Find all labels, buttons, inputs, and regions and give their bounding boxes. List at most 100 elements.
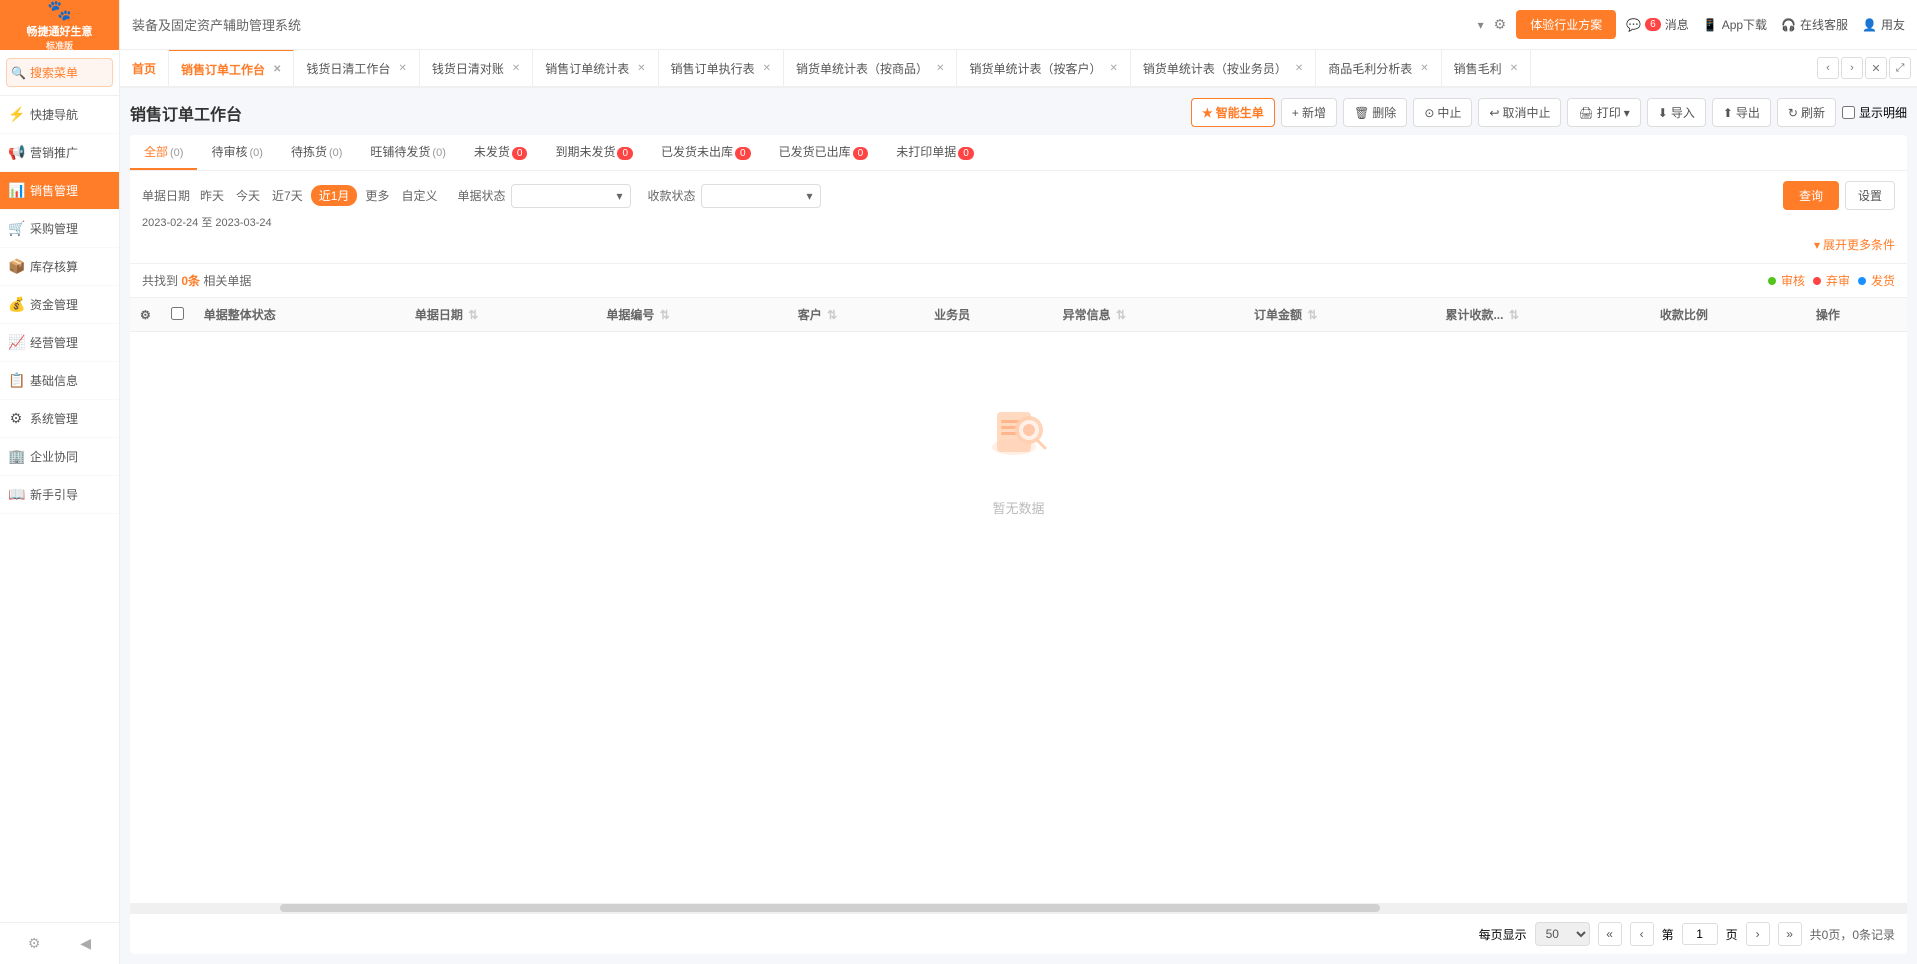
tab-sales-profit[interactable]: 销售毛利 ✕ [1442,50,1531,87]
sidebar-item-enterprise[interactable]: 🏢 企业协同 [0,438,119,476]
message-button[interactable]: 💬 6 消息 [1626,16,1689,33]
settings-bottom-button[interactable]: ⚙ [24,931,45,956]
scrollbar-thumb[interactable] [280,904,1380,912]
tab-sales-summary-product[interactable]: 销货单统计表（按商品） ✕ [784,50,957,87]
first-page-button[interactable]: « [1598,922,1622,946]
expand-conditions-button[interactable]: ▾ 展开更多条件 [1814,236,1895,253]
col-collected[interactable]: 累计收款... ⇅ [1435,298,1649,332]
col-staff[interactable]: 业务员 [924,298,1053,332]
tab-home[interactable]: 首页 [120,50,169,87]
tab-cash-reconcile[interactable]: 钱货日清对账 ✕ [420,50,533,87]
next-page-button[interactable]: › [1746,922,1770,946]
app-download-button[interactable]: 📱 App下载 [1703,16,1767,33]
filter-tab-not-shipped[interactable]: 未发货0 [460,135,542,170]
sidebar-item-inventory[interactable]: 📦 库存核算 [0,248,119,286]
sidebar-item-sales[interactable]: 📊 销售管理 [0,172,119,210]
status-select[interactable]: ▾ [511,184,631,208]
table-scroll[interactable]: ⚙ 单据整体状态 单据日期 ⇅ [130,298,1907,903]
tab-margin-analysis[interactable]: 商品毛利分析表 ✕ [1316,50,1441,87]
filter-tab-overdue[interactable]: 到期未发货0 [541,135,647,170]
sidebar-item-guide[interactable]: 📖 新手引导 [0,476,119,514]
filter-tab-wangpu[interactable]: 旺铺待发货(0) [356,135,459,170]
tab-close-icon[interactable]: ✕ [512,63,520,74]
print-button[interactable]: 🖨 打印 ▾ [1567,98,1640,127]
date-today[interactable]: 今天 [232,185,264,206]
settings-icon[interactable]: ⚙ [1494,16,1507,33]
experience-btn[interactable]: 体验行业方案 [1516,10,1616,39]
col-exception[interactable]: 异常信息 ⇅ [1053,298,1244,332]
show-detail-checkbox[interactable] [1842,106,1855,119]
tab-sales-stats[interactable]: 销售订单统计表 ✕ [533,50,658,87]
filter-tab-shipped-out[interactable]: 已发货已出库0 [765,135,883,170]
tab-sales-summary-customer[interactable]: 销货单统计表（按客户） ✕ [957,50,1130,87]
system-dropdown-icon[interactable]: ▾ [1478,18,1484,32]
col-settings[interactable]: ⚙ [130,298,161,332]
select-all-checkbox[interactable] [171,307,184,320]
date-more[interactable]: 更多 [361,185,393,206]
col-number[interactable]: 单据编号 ⇅ [596,298,787,332]
tab-close-icon[interactable]: ✕ [1510,63,1518,74]
tab-sales-summary-staff[interactable]: 销货单统计表（按业务员） ✕ [1131,50,1316,87]
import-button[interactable]: ⬇ 导入 [1647,98,1706,127]
online-service-button[interactable]: 🎧 在线客服 [1781,16,1848,33]
user-button[interactable]: 👤 用友 [1862,16,1905,33]
last-page-button[interactable]: » [1778,922,1802,946]
review-action-button[interactable]: 审核 [1768,272,1805,289]
payment-select[interactable]: ▾ [701,184,821,208]
filter-tab-no-print[interactable]: 未打印单据0 [882,135,988,170]
filter-tab-shipped-no-out[interactable]: 已发货未出库0 [647,135,765,170]
col-amount[interactable]: 订单金额 ⇅ [1244,298,1435,332]
horizontal-scrollbar[interactable] [130,903,1907,913]
sidebar-item-purchase[interactable]: 🛒 采购管理 [0,210,119,248]
tab-close-icon[interactable]: ✕ [936,63,944,74]
sidebar-item-finance[interactable]: 💰 资金管理 [0,286,119,324]
date-custom[interactable]: 自定义 [397,185,441,206]
add-button[interactable]: + 新增 [1281,98,1337,127]
page-size-select[interactable]: 50 10 20 100 [1535,922,1590,946]
tab-close-all-button[interactable]: ✕ [1865,57,1887,79]
cancel-review-action-button[interactable]: 弃审 [1813,272,1850,289]
tab-close-icon[interactable]: ✕ [1109,63,1117,74]
search-menu-button[interactable]: 🔍 搜索菜单 [6,58,113,87]
prev-page-button[interactable]: ‹ [1630,922,1654,946]
tab-maximize-button[interactable]: ⤢ [1889,57,1911,79]
tab-close-icon[interactable]: ✕ [637,63,645,74]
col-customer[interactable]: 客户 ⇅ [788,298,924,332]
set-button[interactable]: 设置 [1845,181,1895,210]
tab-close-icon[interactable]: ✕ [763,63,771,74]
tab-cash-daily[interactable]: 钱货日清工作台 ✕ [294,50,419,87]
date-yesterday[interactable]: 昨天 [196,185,228,206]
smart-order-button[interactable]: ★ 智能生单 [1191,98,1275,127]
collapse-sidebar-button[interactable]: ◀ [76,931,95,956]
filter-tab-pending-check[interactable]: 待拣货(0) [277,135,356,170]
refresh-button[interactable]: ↻ 刷新 [1777,98,1836,127]
tab-close-icon[interactable]: ✕ [398,63,406,74]
col-date[interactable]: 单据日期 ⇅ [405,298,596,332]
sidebar-item-operations[interactable]: 📈 经营管理 [0,324,119,362]
delete-button[interactable]: 🗑 删除 [1343,98,1407,127]
sidebar-item-quicknav[interactable]: ⚡ 快捷导航 [0,96,119,134]
filter-tab-pending-review[interactable]: 待审核(0) [197,135,276,170]
date-7days[interactable]: 近7天 [268,185,307,206]
tab-close-icon[interactable]: ✕ [1295,63,1303,74]
date-1month[interactable]: 近1月 [311,185,358,206]
ship-action-button[interactable]: 发货 [1858,272,1895,289]
cancel-stop-button[interactable]: ↩ 取消中止 [1478,98,1561,127]
sidebar-item-system[interactable]: ⚙ 系统管理 [0,400,119,438]
col-status[interactable]: 单据整体状态 [194,298,405,332]
sidebar-item-marketing[interactable]: 📢 营销推广 [0,134,119,172]
page-input[interactable] [1682,923,1718,945]
export-button[interactable]: ⬆ 导出 [1712,98,1771,127]
tab-next-button[interactable]: › [1841,57,1863,79]
tab-prev-button[interactable]: ‹ [1817,57,1839,79]
tab-close-icon[interactable]: ✕ [1420,63,1428,74]
filter-tab-all[interactable]: 全部(0) [130,135,197,170]
tab-sales-workbench[interactable]: 销售订单工作台 ✕ [169,50,294,87]
stop-button[interactable]: ⊙ 中止 [1413,98,1472,127]
show-detail-label[interactable]: 显示明细 [1842,104,1907,121]
query-button[interactable]: 查询 [1783,181,1839,210]
sidebar-item-basic[interactable]: 📋 基础信息 [0,362,119,400]
tab-close-icon[interactable]: ✕ [273,64,281,75]
tab-sales-exec[interactable]: 销售订单执行表 ✕ [659,50,784,87]
sidebar-logo: 🐾 畅捷通好生意 标准版 [0,0,119,50]
